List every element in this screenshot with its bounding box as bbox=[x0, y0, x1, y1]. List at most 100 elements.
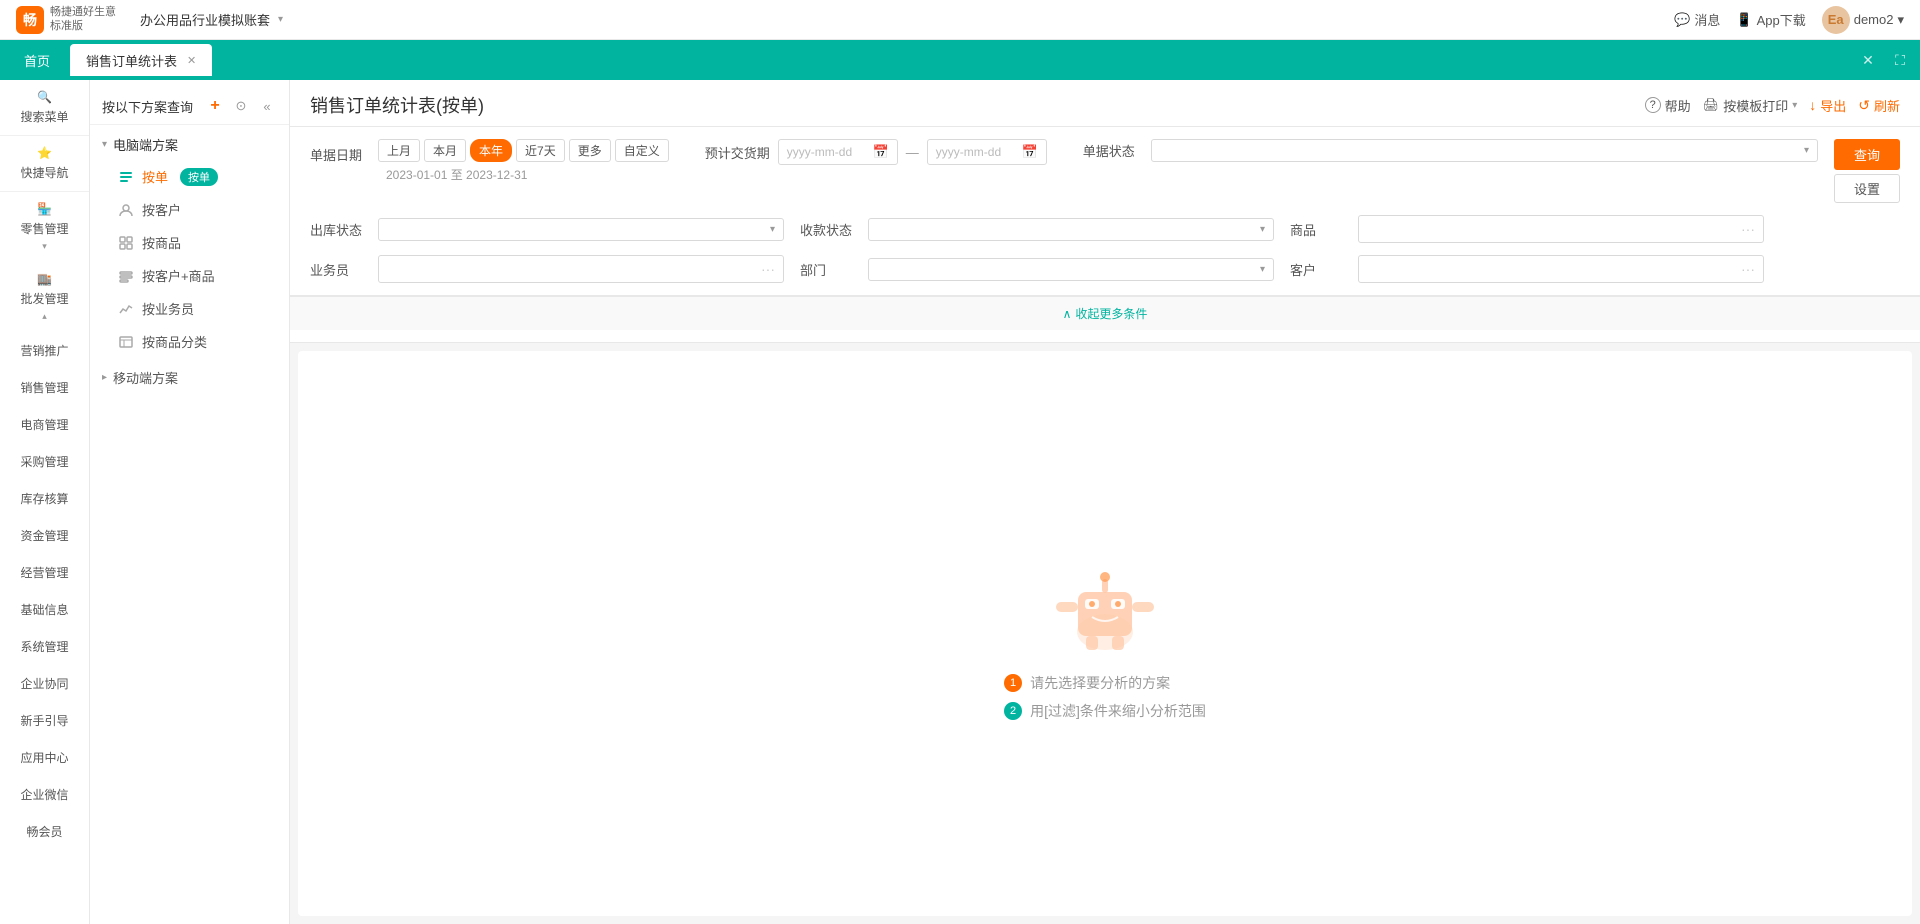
help-button[interactable]: ? 帮助 bbox=[1645, 96, 1691, 115]
logo-text: 畅捷通好生意 标准版 bbox=[50, 6, 116, 32]
mobile-schemes-header[interactable]: ▸ 移动端方案 bbox=[90, 362, 289, 393]
payment-status-select[interactable]: ▾ bbox=[868, 218, 1274, 241]
filter-area: 单据日期 上月 本月 本年 近7天 更多 自定义 2023- bbox=[290, 127, 1920, 343]
date-range: 2023-01-01 至 2023-12-31 bbox=[386, 166, 669, 183]
scheme-item-by-product-category[interactable]: 按商品分类 bbox=[90, 325, 289, 358]
add-scheme-button[interactable]: + bbox=[205, 96, 225, 116]
app-download-icon: 📱 bbox=[1736, 12, 1752, 28]
empty-tip-1: 1 请先选择要分析的方案 bbox=[1004, 673, 1206, 693]
sidebar-item-new-user[interactable]: 新手引导 bbox=[0, 702, 89, 739]
salesperson-label: 业务员 bbox=[310, 260, 370, 279]
tab-close-icon[interactable]: ✕ bbox=[187, 54, 196, 67]
active-scheme-tag: 按单 bbox=[180, 168, 218, 186]
product-input[interactable]: ··· bbox=[1358, 215, 1764, 243]
logo-area: 畅 畅捷通好生意 标准版 bbox=[16, 6, 116, 34]
page-title: 销售订单统计表(按单) bbox=[310, 92, 484, 118]
empty-illustration bbox=[1050, 547, 1160, 657]
empty-tip-2: 2 用[过滤]条件来缩小分析范围 bbox=[1004, 701, 1206, 721]
by-salesperson-icon bbox=[118, 301, 134, 317]
single-status-select[interactable]: ▾ bbox=[1151, 139, 1818, 162]
export-button[interactable]: ↓ 导出 bbox=[1809, 96, 1846, 115]
mobile-schemes-group: ▸ 移动端方案 bbox=[90, 362, 289, 393]
payment-status-label: 收款状态 bbox=[800, 220, 860, 239]
scheme-item-by-customer[interactable]: 按客户 bbox=[90, 193, 289, 226]
query-button[interactable]: 查询 bbox=[1834, 139, 1900, 170]
left-panel-icons: + ⊙ « bbox=[205, 96, 277, 116]
window-close-button[interactable]: ✕ bbox=[1856, 48, 1880, 72]
sidebar-quicknav-section: ⭐ 快捷导航 bbox=[0, 136, 89, 192]
scheme-item-by-salesperson[interactable]: 按业务员 bbox=[90, 292, 289, 325]
collapse-panel-icon[interactable]: « bbox=[257, 96, 277, 116]
window-maximize-button[interactable]: ⛶ bbox=[1888, 48, 1912, 72]
mobile-schemes-arrow-icon: ▸ bbox=[102, 372, 107, 383]
top-bar-left: 畅 畅捷通好生意 标准版 办公用品行业模拟账套 ▾ bbox=[16, 6, 283, 34]
single-date-label: 单据日期 bbox=[310, 139, 370, 164]
sidebar-item-basic[interactable]: 基础信息 bbox=[0, 591, 89, 628]
sidebar-item-member[interactable]: 畅会员 bbox=[0, 813, 89, 850]
scheme-item-by-customer-product[interactable]: 按客户+商品 bbox=[90, 259, 289, 292]
sidebar-item-inventory[interactable]: 库存核算 bbox=[0, 480, 89, 517]
template-print-button[interactable]: 🖨 按模板打印 ▾ bbox=[1703, 96, 1798, 115]
action-buttons: 查询 设置 bbox=[1834, 139, 1900, 203]
by-customer-icon bbox=[118, 202, 134, 218]
expected-delivery-end-input[interactable]: yyyy-mm-dd 📅 bbox=[927, 139, 1047, 165]
department-dropdown-icon: ▾ bbox=[1260, 264, 1265, 275]
wholesale-arrow-icon: ▴ bbox=[42, 311, 47, 322]
sidebar-item-system[interactable]: 系统管理 bbox=[0, 628, 89, 665]
settings-button[interactable]: 设置 bbox=[1834, 174, 1900, 203]
sidebar-search[interactable]: 🔍 搜索菜单 bbox=[0, 80, 89, 135]
sidebar-search-section: 🔍 搜索菜单 bbox=[0, 80, 89, 136]
sidebar-item-operations[interactable]: 经营管理 bbox=[0, 554, 89, 591]
sidebar-item-ecommerce[interactable]: 电商管理 bbox=[0, 406, 89, 443]
date-btn-custom[interactable]: 自定义 bbox=[615, 139, 669, 162]
refresh-button[interactable]: ↺ 刷新 bbox=[1858, 96, 1900, 115]
tip-num-1: 1 bbox=[1004, 674, 1022, 692]
product-label: 商品 bbox=[1290, 220, 1350, 239]
scheme-item-by-order[interactable]: 按单 按单 bbox=[90, 160, 289, 193]
date-btn-last-month[interactable]: 上月 bbox=[378, 139, 420, 162]
delivery-status-select[interactable]: ▾ bbox=[378, 218, 784, 241]
left-panel: 按以下方案查询 + ⊙ « ▾ 电脑端方案 按单 按单 bbox=[90, 80, 290, 924]
date-btn-more[interactable]: 更多 bbox=[569, 139, 611, 162]
department-select[interactable]: ▾ bbox=[868, 258, 1274, 281]
user-menu[interactable]: Ea demo2 ▾ bbox=[1822, 6, 1904, 34]
sidebar-item-marketing[interactable]: 营销推广 bbox=[0, 332, 89, 369]
left-panel-header: 按以下方案查询 + ⊙ « bbox=[90, 88, 289, 125]
by-product-icon bbox=[118, 235, 134, 251]
customer-input[interactable]: ··· bbox=[1358, 255, 1764, 283]
message-button[interactable]: 💬 消息 bbox=[1674, 10, 1720, 29]
by-order-icon bbox=[118, 169, 134, 185]
salesperson-input[interactable]: ··· bbox=[378, 255, 784, 283]
sidebar-item-app-center[interactable]: 应用中心 bbox=[0, 739, 89, 776]
payment-status-dropdown-icon: ▾ bbox=[1260, 224, 1265, 235]
date-quick-buttons: 上月 本月 本年 近7天 更多 自定义 bbox=[378, 139, 669, 162]
sidebar-item-sales[interactable]: 销售管理 bbox=[0, 369, 89, 406]
collapse-filter-button[interactable]: ∧ 收起更多条件 bbox=[290, 296, 1920, 330]
pc-schemes-header[interactable]: ▾ 电脑端方案 bbox=[90, 129, 289, 160]
expected-delivery-start-input[interactable]: yyyy-mm-dd 📅 bbox=[778, 139, 898, 165]
scheme-item-by-product[interactable]: 按商品 bbox=[90, 226, 289, 259]
tab-home[interactable]: 首页 bbox=[8, 44, 66, 76]
date-btn-last-7days[interactable]: 近7天 bbox=[516, 139, 565, 162]
retail-arrow-icon: ▾ bbox=[42, 241, 47, 252]
date-range-value: 2023-01-01 至 2023-12-31 bbox=[386, 166, 527, 183]
right-panel: 销售订单统计表(按单) ? 帮助 🖨 按模板打印 ▾ ↓ 导出 bbox=[290, 80, 1920, 924]
by-product-category-icon bbox=[118, 334, 134, 350]
app-title-dropdown-icon[interactable]: ▾ bbox=[278, 14, 283, 25]
app-download-button[interactable]: 📱 App下载 bbox=[1736, 10, 1805, 29]
logo-icon: 畅 bbox=[16, 6, 44, 34]
sidebar-item-wholesale[interactable]: 🏬 批发管理 ▴ bbox=[0, 262, 89, 332]
content-area: 按以下方案查询 + ⊙ « ▾ 电脑端方案 按单 按单 bbox=[90, 80, 1920, 924]
sidebar-item-enterprise-wechat[interactable]: 企业微信 bbox=[0, 776, 89, 813]
tab-sales-stat[interactable]: 销售订单统计表 ✕ bbox=[70, 44, 212, 76]
sidebar-item-enterprise-coop[interactable]: 企业协同 bbox=[0, 665, 89, 702]
date-btn-this-month[interactable]: 本月 bbox=[424, 139, 466, 162]
calendar-end-icon: 📅 bbox=[1022, 144, 1038, 160]
sidebar-item-finance[interactable]: 资金管理 bbox=[0, 517, 89, 554]
export-icon: ↓ bbox=[1809, 97, 1816, 113]
date-btn-this-year[interactable]: 本年 bbox=[470, 139, 512, 162]
scheme-settings-icon[interactable]: ⊙ bbox=[231, 96, 251, 116]
sidebar-item-quicknav[interactable]: ⭐ 快捷导航 bbox=[0, 136, 89, 191]
sidebar-item-retail[interactable]: 🏪 零售管理 ▾ bbox=[0, 192, 89, 262]
sidebar-item-purchase[interactable]: 采购管理 bbox=[0, 443, 89, 480]
